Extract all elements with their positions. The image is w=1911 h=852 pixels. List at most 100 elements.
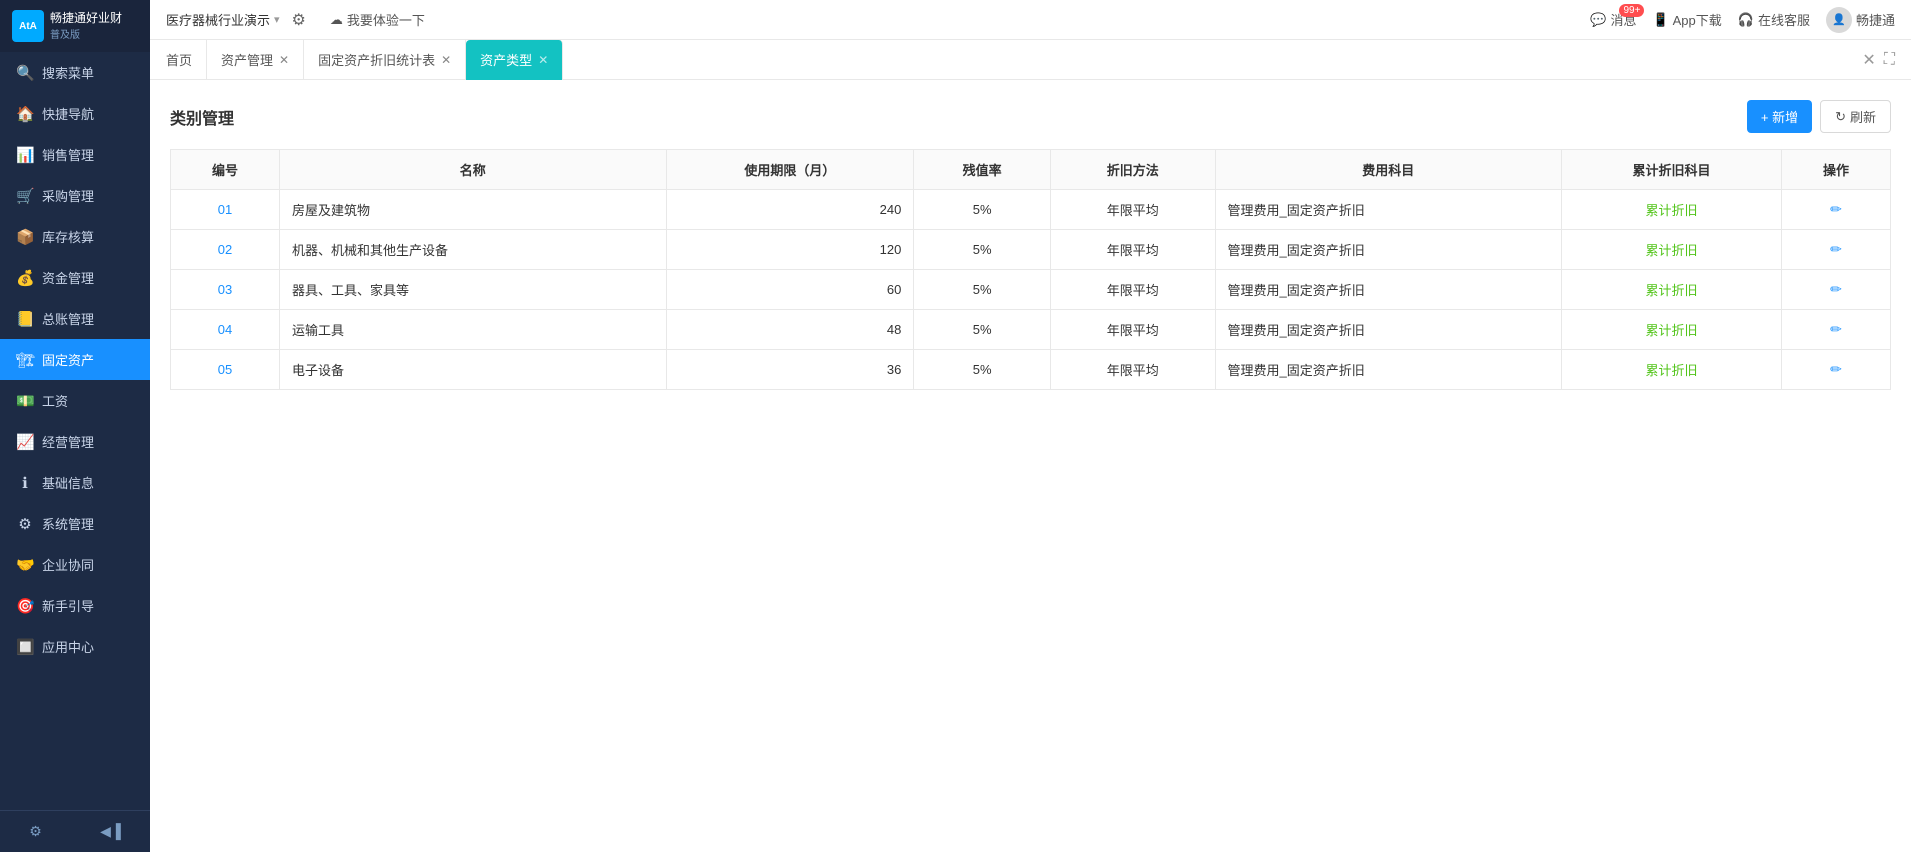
sidebar-item-system[interactable]: ⚙ 系统管理 [0,503,150,544]
search-icon: 🔍 [16,64,34,82]
table-row: 02 机器、机械和其他生产设备 120 5% 年限平均 管理费用_固定资产折旧 … [171,230,1891,270]
app-download-label: App下载 [1673,10,1722,29]
close-tab-btn[interactable]: ✕ [538,53,548,67]
table-header-row: 编号名称使用期限（月）残值率折旧方法费用科目累计折旧科目操作 [171,150,1891,190]
cell-code: 04 [171,310,280,350]
cell-months: 120 [666,230,914,270]
edit-icon[interactable]: ✏ [1830,361,1842,377]
cell-residual: 5% [914,190,1051,230]
edit-icon[interactable]: ✏ [1830,321,1842,337]
sidebar-item-basic[interactable]: ℹ 基础信息 [0,462,150,503]
user-menu[interactable]: 👤 畅捷通 [1826,7,1895,33]
tabbar: 首页资产管理 ✕固定资产折旧统计表 ✕资产类型 ✕ ✕ ⛶ [150,40,1911,80]
logo-icon: AtA [12,10,44,42]
sidebar-item-quicknav[interactable]: 🏠 快捷导航 [0,93,150,134]
page-title: 类别管理 [170,105,234,129]
cell-name: 电子设备 [279,350,666,390]
cell-accumulated: 累计折旧 [1562,350,1782,390]
messages-button[interactable]: 💬 消息 99+ [1590,10,1636,29]
topbar: 医疗器械行业演示 ▾ ⚙ ☁ 我要体验一下 💬 消息 99+ 📱 App下载 🎧… [150,0,1911,40]
cell-name: 机器、机械和其他生产设备 [279,230,666,270]
table-column-header: 累计折旧科目 [1562,150,1782,190]
cell-method: 年限平均 [1051,270,1215,310]
trial-button[interactable]: ☁ 我要体验一下 [330,10,425,29]
edit-icon[interactable]: ✏ [1830,201,1842,217]
tab-2[interactable]: 固定资产折旧统计表 ✕ [304,40,466,80]
sidebar-item-label: 企业协同 [42,555,94,574]
sidebar-item-inventory[interactable]: 📦 库存核算 [0,216,150,257]
demo-selector[interactable]: 医疗器械行业演示 ▾ [166,10,280,29]
chevron-down-icon: ▾ [274,13,280,26]
refresh-icon: ↻ [1835,109,1846,125]
sidebar-item-label: 应用中心 [42,637,94,656]
cloud-icon: ☁ [330,12,343,28]
cell-residual: 5% [914,270,1051,310]
finance-icon: 💰 [16,269,34,287]
main-area: 医疗器械行业演示 ▾ ⚙ ☁ 我要体验一下 💬 消息 99+ 📱 App下载 🎧… [150,0,1911,852]
logo-text: 畅捷通好业财 [50,11,122,27]
sidebar-item-payroll[interactable]: 💵 工资 [0,380,150,421]
table-row: 01 房屋及建筑物 240 5% 年限平均 管理费用_固定资产折旧 累计折旧 ✏ [171,190,1891,230]
table-column-header: 操作 [1782,150,1891,190]
cell-actions: ✏ [1782,350,1891,390]
tab-3[interactable]: 资产类型 ✕ [466,40,563,80]
cell-expense: 管理费用_固定资产折旧 [1215,350,1561,390]
sidebar: AtA 畅捷通好业财 普及版 🔍 搜索菜单🏠 快捷导航📊 销售管理🛒 采购管理📦… [0,0,150,852]
cell-expense: 管理费用_固定资产折旧 [1215,310,1561,350]
guide-icon: 🎯 [16,597,34,615]
logo-version: 普及版 [50,26,122,41]
close-tab-icon[interactable]: ✕ [1862,50,1875,70]
cell-actions: ✏ [1782,230,1891,270]
sidebar-item-operations[interactable]: 📈 经营管理 [0,421,150,462]
edit-icon[interactable]: ✏ [1830,241,1842,257]
sidebar-item-appstore[interactable]: 🔲 应用中心 [0,626,150,667]
asset-type-table: 编号名称使用期限（月）残值率折旧方法费用科目累计折旧科目操作 01 房屋及建筑物… [170,149,1891,390]
sidebar-item-label: 采购管理 [42,186,94,205]
cell-months: 36 [666,350,914,390]
sidebar-item-label: 固定资产 [42,350,94,369]
sidebar-item-sales[interactable]: 📊 销售管理 [0,134,150,175]
app-download-button[interactable]: 📱 App下载 [1652,10,1721,29]
appstore-icon: 🔲 [16,638,34,656]
table-row: 03 器具、工具、家具等 60 5% 年限平均 管理费用_固定资产折旧 累计折旧… [171,270,1891,310]
sidebar-bottom: ⚙ ◀▐ [0,810,150,852]
cell-months: 48 [666,310,914,350]
collapse-icon[interactable]: ◀▐ [92,819,129,844]
cell-actions: ✏ [1782,270,1891,310]
customer-service-button[interactable]: 🎧 在线客服 [1738,10,1810,29]
sidebar-logo: AtA 畅捷通好业财 普及版 [0,0,150,52]
sidebar-item-search[interactable]: 🔍 搜索菜单 [0,52,150,93]
fixed-icon: 🏗 [16,351,34,369]
edit-icon[interactable]: ✏ [1830,281,1842,297]
sidebar-item-finance[interactable]: 💰 资金管理 [0,257,150,298]
table-column-header: 折旧方法 [1051,150,1215,190]
payroll-icon: 💵 [16,392,34,410]
settings-icon[interactable]: ⚙ [292,10,306,30]
sidebar-item-fixed[interactable]: 🏗 固定资产 [0,339,150,380]
settings-bottom-icon[interactable]: ⚙ [21,819,50,844]
cell-name: 房屋及建筑物 [279,190,666,230]
tab-0[interactable]: 首页 [166,40,207,80]
tab-1[interactable]: 资产管理 ✕ [207,40,304,80]
close-tab-btn[interactable]: ✕ [279,53,289,67]
sidebar-item-label: 基础信息 [42,473,94,492]
cell-method: 年限平均 [1051,190,1215,230]
cell-months: 60 [666,270,914,310]
sidebar-item-purchase[interactable]: 🛒 采购管理 [0,175,150,216]
phone-icon: 📱 [1652,12,1668,28]
refresh-button[interactable]: ↻ 刷新 [1820,100,1891,133]
sidebar-item-label: 新手引导 [42,596,94,615]
cell-code: 03 [171,270,280,310]
basic-icon: ℹ [16,474,34,492]
close-tab-btn[interactable]: ✕ [441,53,451,67]
cooperation-icon: 🤝 [16,556,34,574]
sidebar-item-label: 搜索菜单 [42,63,94,82]
maximize-icon[interactable]: ⛶ [1884,51,1895,69]
sidebar-item-label: 销售管理 [42,145,94,164]
cell-months: 240 [666,190,914,230]
sidebar-item-ledger[interactable]: 📒 总账管理 [0,298,150,339]
cell-residual: 5% [914,310,1051,350]
new-button[interactable]: + 新增 [1747,100,1812,133]
sidebar-item-guide[interactable]: 🎯 新手引导 [0,585,150,626]
sidebar-item-cooperation[interactable]: 🤝 企业协同 [0,544,150,585]
